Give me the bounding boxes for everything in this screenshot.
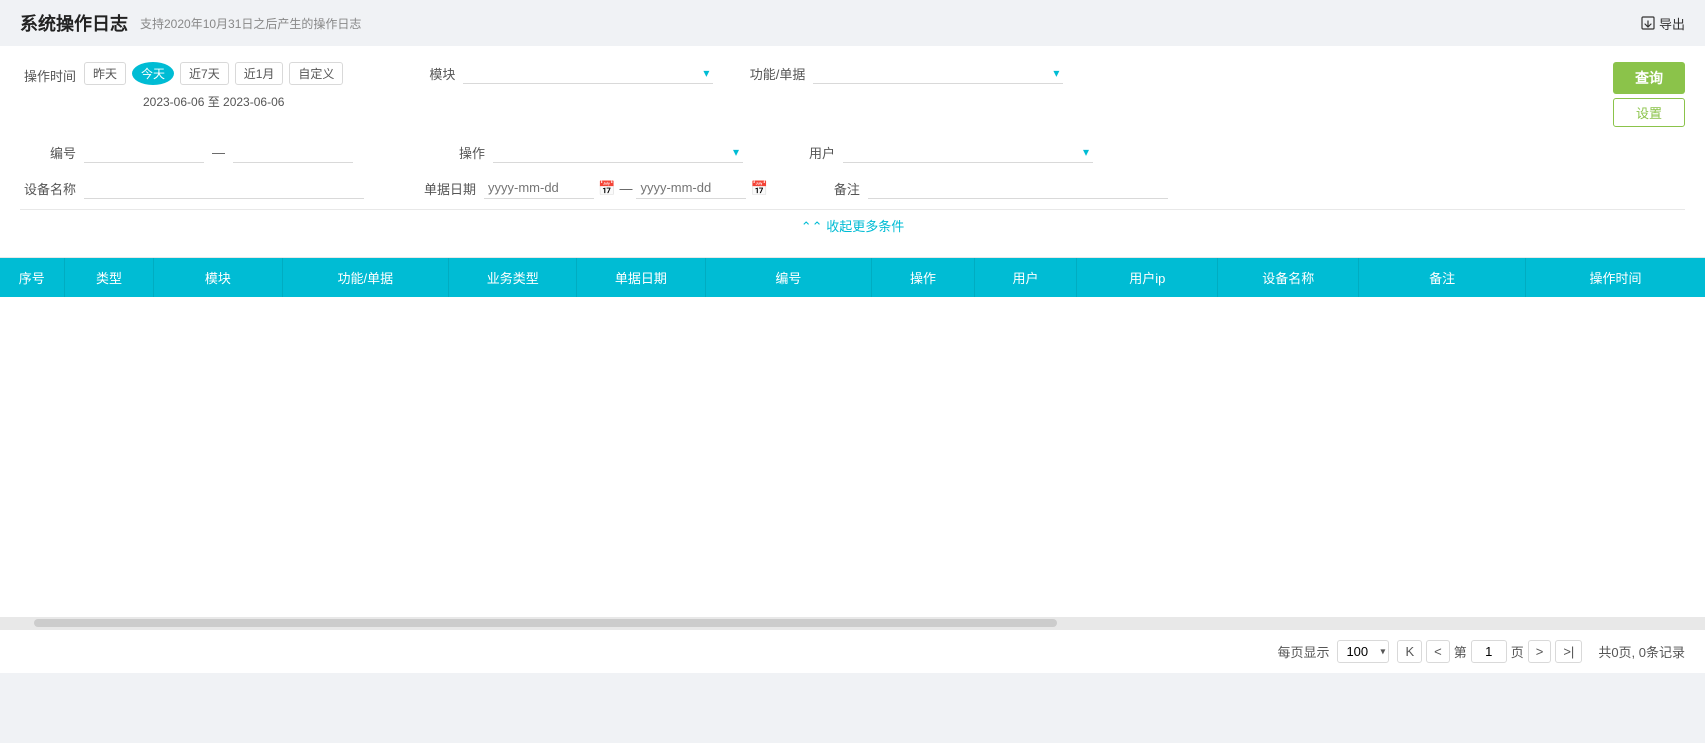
date-range-wrap: 📅 — 📅 xyxy=(484,177,768,199)
pagination-controls: K < 第 页 > >| xyxy=(1397,640,1582,663)
per-page-select-wrap: 10 20 50 100 200 ▾ xyxy=(1337,640,1389,663)
prev-page-button[interactable]: < xyxy=(1426,640,1450,663)
page-unit: 页 xyxy=(1511,642,1524,661)
time-label: 操作时间 xyxy=(20,66,76,85)
empty-area xyxy=(0,297,1705,617)
operation-select-wrap: ▾ xyxy=(493,141,743,163)
collapse-icon: ⌃⌃ xyxy=(801,219,823,234)
function-select-wrap: ▾ xyxy=(813,62,1063,84)
page-header: 系统操作日志 支持2020年10月31日之后产生的操作日志 导出 xyxy=(0,0,1705,46)
col-no: 编号 xyxy=(705,258,872,297)
time-filter-group: 昨天 今天 近7天 近1月 自定义 2023-06-06 至 2023-06-0… xyxy=(84,62,343,110)
no-dash: — xyxy=(212,145,225,160)
col-operation: 操作 xyxy=(872,258,975,297)
voucher-date-label: 单据日期 xyxy=(420,179,476,198)
operation-select[interactable] xyxy=(493,141,743,163)
user-select-wrap: ▾ xyxy=(843,141,1093,163)
export-label: 导出 xyxy=(1659,14,1685,33)
title-area: 系统操作日志 支持2020年10月31日之后产生的操作日志 xyxy=(20,10,361,36)
col-device: 设备名称 xyxy=(1218,258,1359,297)
col-module: 模块 xyxy=(154,258,282,297)
col-op-time: 操作时间 xyxy=(1525,258,1705,297)
page-subtitle: 支持2020年10月31日之后产生的操作日志 xyxy=(140,15,361,32)
next-page-button[interactable]: > xyxy=(1528,640,1552,663)
date-end-input[interactable] xyxy=(636,177,746,199)
horizontal-scrollbar[interactable] xyxy=(0,617,1705,629)
col-user: 用户 xyxy=(974,258,1077,297)
function-select[interactable] xyxy=(813,62,1063,84)
time-btn-1month[interactable]: 近1月 xyxy=(235,62,284,85)
action-buttons: 查询 设置 xyxy=(1613,62,1685,127)
page-title: 系统操作日志 xyxy=(20,10,128,36)
time-btn-yesterday[interactable]: 昨天 xyxy=(84,62,126,85)
page-label: 第 xyxy=(1454,642,1467,661)
device-label: 设备名称 xyxy=(20,179,76,198)
per-page-label: 每页显示 xyxy=(1277,642,1329,661)
col-remark: 备注 xyxy=(1359,258,1526,297)
remark-label: 备注 xyxy=(804,179,860,198)
module-select-wrap: ▾ xyxy=(463,62,713,84)
per-page-select[interactable]: 10 20 50 100 200 xyxy=(1337,640,1389,663)
calendar-start-icon[interactable]: 📅 xyxy=(598,180,615,197)
col-user-ip: 用户ip xyxy=(1077,258,1218,297)
remark-input[interactable] xyxy=(868,177,1168,199)
module-label: 模块 xyxy=(399,64,455,83)
collapse-bar[interactable]: ⌃⌃ 收起更多条件 xyxy=(20,209,1685,241)
settings-button[interactable]: 设置 xyxy=(1613,98,1685,127)
no-label: 编号 xyxy=(20,143,76,162)
collapse-label: 收起更多条件 xyxy=(826,219,904,234)
table-header-row: 序号 类型 模块 功能/单据 业务类型 单据日期 编号 操作 用户 用户ip 设… xyxy=(0,258,1705,297)
operation-label: 操作 xyxy=(429,143,485,162)
table-wrap: 序号 类型 模块 功能/单据 业务类型 单据日期 编号 操作 用户 用户ip 设… xyxy=(0,258,1705,617)
time-btn-custom[interactable]: 自定义 xyxy=(289,62,343,85)
no-input-end[interactable] xyxy=(233,141,353,163)
first-page-button[interactable]: K xyxy=(1397,640,1422,663)
date-start-input[interactable] xyxy=(484,177,594,199)
calendar-end-icon[interactable]: 📅 xyxy=(750,180,767,197)
user-select[interactable] xyxy=(843,141,1093,163)
user-label: 用户 xyxy=(779,143,835,162)
total-label: 共0页, 0条记录 xyxy=(1598,642,1685,661)
data-table: 序号 类型 模块 功能/单据 业务类型 单据日期 编号 操作 用户 用户ip 设… xyxy=(0,258,1705,297)
no-input-start[interactable] xyxy=(84,141,204,163)
filter-panel: 操作时间 昨天 今天 近7天 近1月 自定义 2023-06-06 至 2023… xyxy=(0,46,1705,258)
col-seq: 序号 xyxy=(0,258,64,297)
device-input[interactable] xyxy=(84,177,364,199)
date-dash: — xyxy=(619,181,632,196)
query-button[interactable]: 查询 xyxy=(1613,62,1685,94)
export-icon xyxy=(1641,16,1655,30)
col-biz-type: 业务类型 xyxy=(449,258,577,297)
col-voucher-date: 单据日期 xyxy=(577,258,705,297)
time-btn-7days[interactable]: 近7天 xyxy=(180,62,229,85)
scrollbar-thumb[interactable] xyxy=(34,619,1057,627)
last-page-button[interactable]: >| xyxy=(1555,640,1582,663)
col-function: 功能/单据 xyxy=(282,258,449,297)
col-type: 类型 xyxy=(64,258,154,297)
export-button[interactable]: 导出 xyxy=(1641,14,1685,33)
page-input[interactable] xyxy=(1471,640,1507,663)
bottom-bar: 每页显示 10 20 50 100 200 ▾ K < 第 页 > >| 共0页… xyxy=(0,629,1705,673)
date-range-display: 2023-06-06 至 2023-06-06 xyxy=(143,93,284,110)
module-select[interactable] xyxy=(463,62,713,84)
time-btn-today[interactable]: 今天 xyxy=(132,62,174,85)
function-label: 功能/单据 xyxy=(749,64,805,83)
